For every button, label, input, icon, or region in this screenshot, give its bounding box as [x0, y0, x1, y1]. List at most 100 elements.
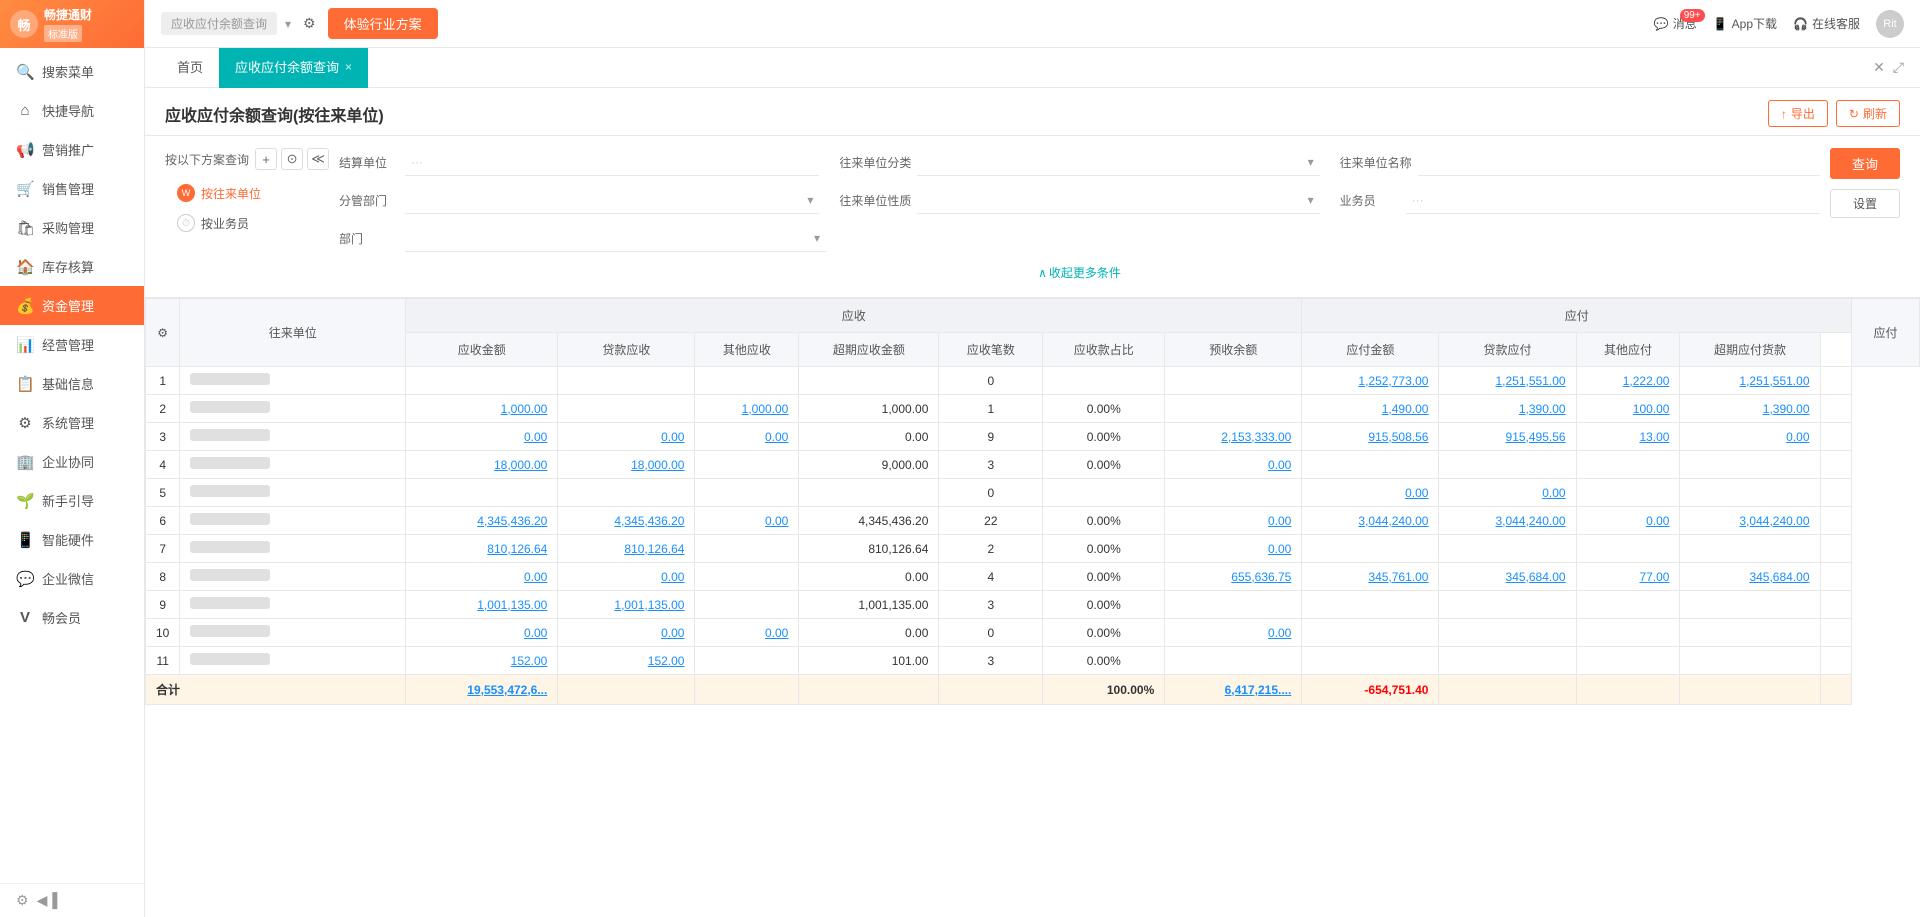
table-row: 64,345,436.204,345,436.200.004,345,436.2… — [146, 507, 1920, 535]
sidebar-item-label: 畅会员 — [42, 608, 81, 627]
total-recv-amount[interactable]: 19,553,472,6... — [406, 675, 558, 705]
total-overdue-pay — [1680, 675, 1820, 705]
refresh-icon: ↻ — [1849, 107, 1859, 121]
table-row: 500.000.00 — [146, 479, 1920, 507]
scheme-unit-icon: W — [177, 184, 195, 202]
table-row: 30.000.000.000.0090.00%2,153,333.00915,5… — [146, 423, 1920, 451]
department-select[interactable]: ▾ — [405, 224, 826, 252]
filter-with-query: 按以下方案查询 + ⊙ ≪ W 按往来单位 ⏱ 按业务员 — [165, 148, 1900, 285]
sidebar-item-basic-info[interactable]: 📋 基础信息 — [0, 364, 144, 403]
sidebar-item-member[interactable]: V 畅会员 — [0, 598, 144, 637]
top-bar: 应收应付余额查询 ▾ ⚙ 体验行业方案 💬 消息 99+ 📱 App下载 🎧 在… — [145, 0, 1920, 48]
system-icon: ⚙ — [16, 414, 34, 432]
sidebar-item-marketing[interactable]: 📢 营销推广 — [0, 130, 144, 169]
message-item[interactable]: 💬 消息 99+ — [1654, 15, 1697, 32]
user-name: Rit — [1883, 18, 1896, 30]
sidebar-item-label: 搜索菜单 — [42, 62, 94, 81]
total-loan-pay — [1439, 675, 1576, 705]
query-button[interactable]: 查询 — [1830, 148, 1900, 179]
filter-row-1: 结算单位 ··· 往来单位分类 ▾ — [339, 148, 1820, 176]
dept-manager-select[interactable]: ▾ — [405, 186, 819, 214]
table-container[interactable]: ⚙ 往来单位 应收 应付 应付 应收金额 贷款应收 其他应收 超期应收金额 应收… — [145, 298, 1920, 917]
scheme-by-unit[interactable]: W 按往来单位 — [165, 178, 329, 208]
sidebar-item-quick-nav[interactable]: ⌂ 快捷导航 — [0, 91, 144, 130]
breadcrumb-arrow[interactable]: ▾ — [285, 17, 291, 31]
scheme-staff-label: 按业务员 — [201, 215, 249, 232]
settlement-unit-input[interactable]: ··· — [405, 148, 819, 176]
page-content: 应收应付余额查询(按往来单位) ↑ 导出 ↻ 刷新 按以下方案查询 — [145, 88, 1920, 917]
filter-department: 部门 ▾ — [339, 224, 826, 252]
sidebar-item-label: 库存核算 — [42, 257, 94, 276]
message-badge: 99+ — [1680, 9, 1705, 22]
total-prepaid[interactable]: 6,417,215.... — [1165, 675, 1302, 705]
tab-close-window-btn[interactable]: ✕ — [1873, 59, 1885, 76]
tab-close-btn[interactable]: × — [345, 60, 352, 74]
user-item[interactable]: Rit — [1876, 10, 1904, 38]
tab-home[interactable]: 首页 — [161, 48, 219, 88]
enterprise-icon: 🏢 — [16, 453, 34, 471]
filter-actions: + ⊙ ≪ — [255, 148, 329, 170]
sidebar-item-guide[interactable]: 🌱 新手引导 — [0, 481, 144, 520]
sidebar-item-inventory[interactable]: 🏠 库存核算 — [0, 247, 144, 286]
sidebar-item-hardware[interactable]: 📱 智能硬件 — [0, 520, 144, 559]
tab-expand-btn[interactable]: ⤢ — [1893, 59, 1904, 76]
tab-receivable-query[interactable]: 应收应付余额查询 × — [219, 48, 368, 88]
sidebar-item-label: 系统管理 — [42, 413, 94, 432]
sidebar-item-label: 营销推广 — [42, 140, 94, 159]
refresh-label: 刷新 — [1863, 105, 1887, 122]
filter-edit-btn[interactable]: ⊙ — [281, 148, 303, 170]
unit-category-select[interactable]: ▾ — [917, 148, 1319, 176]
unit-name-input[interactable] — [1418, 148, 1820, 176]
filter-add-btn[interactable]: + — [255, 148, 277, 170]
app-icon: 📱 — [1713, 17, 1728, 31]
sidebar-item-label: 新手引导 — [42, 491, 94, 510]
salesperson-select[interactable]: ··· — [1406, 186, 1820, 214]
sidebar-item-operations[interactable]: 📊 经营管理 — [0, 325, 144, 364]
col-payable-cont-header: 应付 — [1852, 299, 1920, 367]
sidebar-item-search-menu[interactable]: 🔍 搜索菜单 — [0, 52, 144, 91]
sidebar-item-purchase[interactable]: 🛍 采购管理 — [0, 208, 144, 247]
sidebar-item-wechat[interactable]: 💬 企业微信 — [0, 559, 144, 598]
sidebar-item-enterprise[interactable]: 🏢 企业协同 — [0, 442, 144, 481]
total-overdue-recv — [799, 675, 939, 705]
filter-collapse-btn[interactable]: ≪ — [307, 148, 329, 170]
app-download-item[interactable]: 📱 App下载 — [1713, 15, 1777, 32]
hardware-icon: 📱 — [16, 531, 34, 549]
footer-settings-btn[interactable]: ⚙ — [16, 892, 29, 909]
tab-current-label: 应收应付余额查询 — [235, 57, 339, 76]
col-counterpart-header: 往来单位 — [180, 299, 406, 367]
online-service-item[interactable]: 🎧 在线客服 — [1793, 15, 1860, 32]
export-icon: ↑ — [1781, 107, 1787, 121]
filter-unit-category: 往来单位分类 ▾ — [839, 148, 1319, 176]
sidebar-item-sales[interactable]: 🛒 销售管理 — [0, 169, 144, 208]
sidebar-footer: ⚙ ◀▐ — [0, 883, 144, 917]
logo-text-block: 畅捷通财 标准版 — [44, 6, 92, 42]
topbar-settings-icon[interactable]: ⚙ — [299, 11, 320, 36]
sidebar-item-finance[interactable]: 💰 资金管理 — [0, 286, 144, 325]
scheme-panel: 按以下方案查询 + ⊙ ≪ W 按往来单位 ⏱ 按业务员 — [165, 148, 329, 238]
col-setting-header[interactable]: ⚙ — [146, 299, 180, 367]
export-label: 导出 — [1791, 105, 1815, 122]
col-recv-amount-header: 应收金额 — [406, 333, 558, 367]
export-button[interactable]: ↑ 导出 — [1768, 100, 1828, 127]
set-button[interactable]: 设置 — [1830, 189, 1900, 218]
refresh-button[interactable]: ↻ 刷新 — [1836, 100, 1900, 127]
main-content: 首页 应收应付余额查询 × ✕ ⤢ 应收应付余额查询(按往来单位) ↑ 导出 ↻… — [145, 48, 1920, 917]
sidebar-item-label: 智能硬件 — [42, 530, 94, 549]
solution-button[interactable]: 体验行业方案 — [328, 8, 438, 39]
data-table: ⚙ 往来单位 应收 应付 应付 应收金额 贷款应收 其他应收 超期应收金额 应收… — [145, 298, 1920, 705]
sidebar-item-label: 采购管理 — [42, 218, 94, 237]
page-title: 应收应付余额查询(按往来单位) — [165, 102, 384, 126]
filter-row-3: 部门 ▾ — [339, 224, 1820, 252]
col-loan-pay-header: 贷款应付 — [1439, 333, 1576, 367]
col-overdue-pay-header: 超期应付货款 — [1680, 333, 1820, 367]
sales-icon: 🛒 — [16, 180, 34, 198]
scheme-by-staff[interactable]: ⏱ 按业务员 — [165, 208, 329, 238]
tabs-actions: ✕ ⤢ — [1873, 59, 1904, 76]
collapse-more-conditions: ∧ 收起更多条件 — [339, 260, 1820, 285]
collapse-btn[interactable]: ∧ 收起更多条件 — [339, 260, 1820, 285]
sidebar-item-system[interactable]: ⚙ 系统管理 — [0, 403, 144, 442]
table-row: 7810,126.64810,126.64810,126.6420.00%0.0… — [146, 535, 1920, 563]
unit-nature-select[interactable]: ▾ — [917, 186, 1319, 214]
footer-collapse-btn[interactable]: ◀▐ — [37, 892, 58, 909]
